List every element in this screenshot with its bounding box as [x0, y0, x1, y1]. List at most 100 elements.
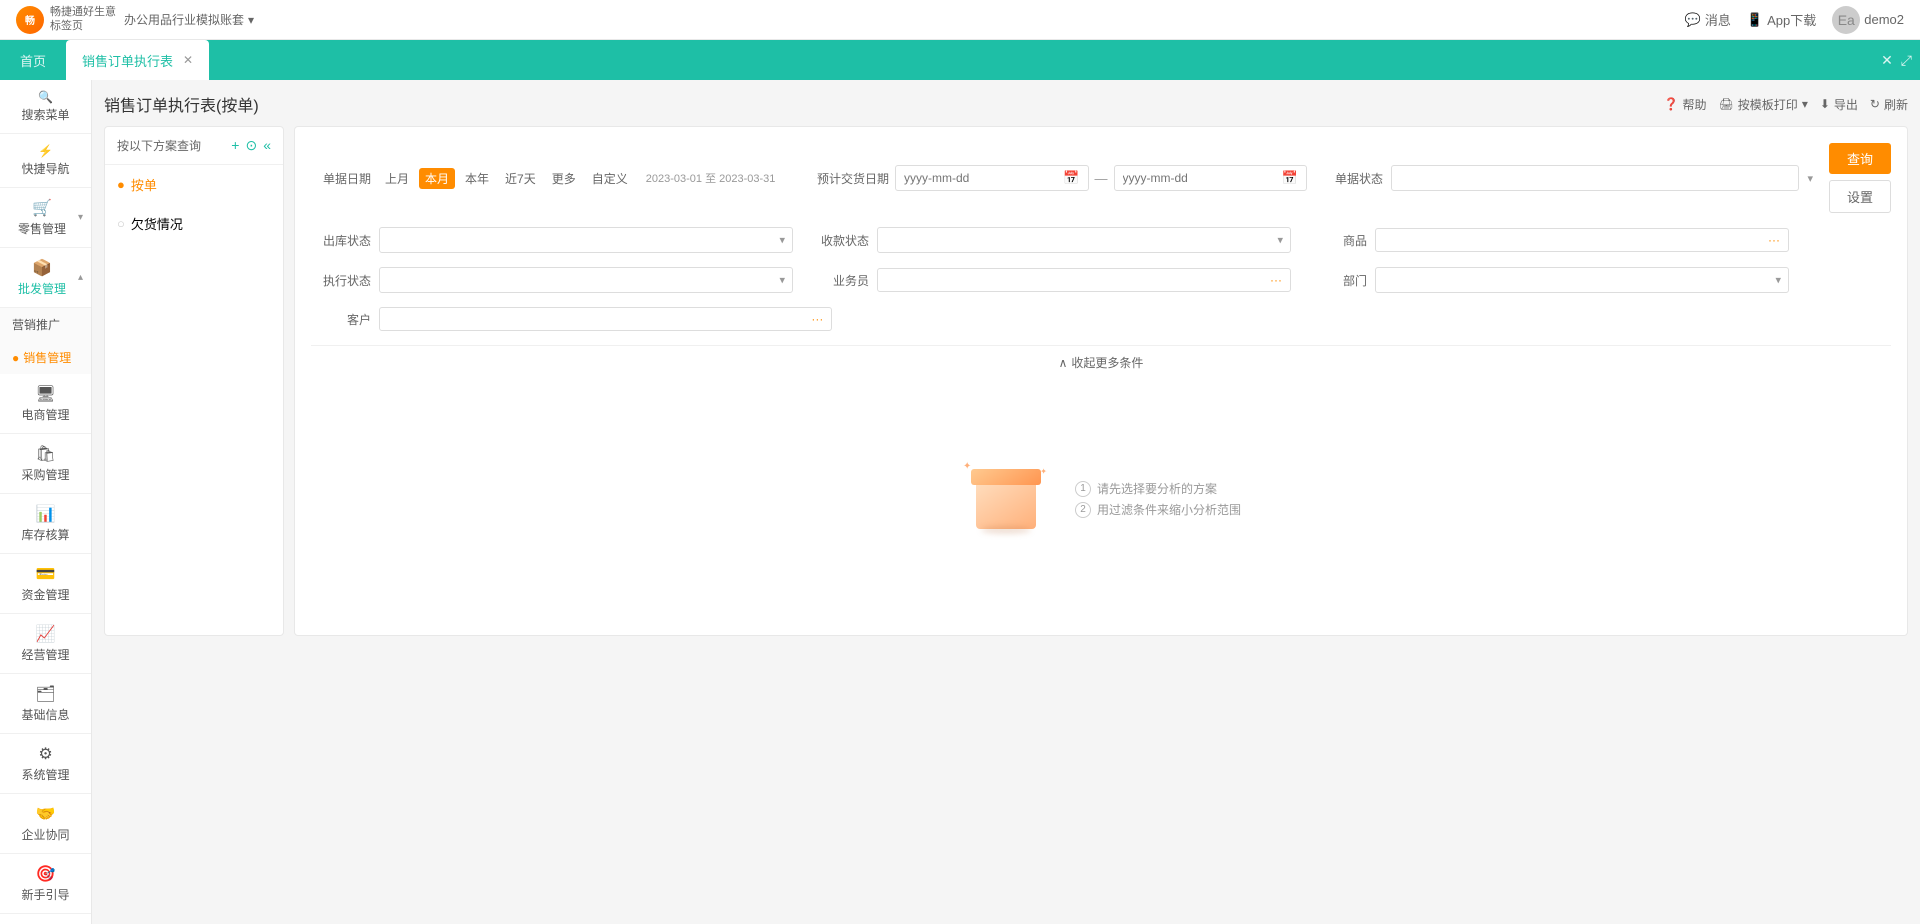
- salesperson-label: 业务员: [809, 272, 869, 289]
- step-1-number: 1: [1075, 481, 1091, 497]
- logo-icon: 畅: [16, 6, 44, 34]
- sidebar-item-ecommerce[interactable]: 🖥 电商管理: [0, 374, 91, 434]
- payment-status-select[interactable]: 未收款 部分收款 已收款: [877, 227, 1291, 253]
- customer-label: 客户: [311, 311, 371, 328]
- sidebar-item-system[interactable]: ⚙ 系统管理: [0, 734, 91, 794]
- date-tab-last-month[interactable]: 上月: [379, 168, 415, 189]
- tab-sales-exec[interactable]: 销售订单执行表 ✕: [66, 40, 209, 80]
- sidebar-item-operations[interactable]: 📈 经营管理: [0, 614, 91, 674]
- btn-group: 查询 设置: [1829, 143, 1891, 213]
- department-select[interactable]: [1375, 267, 1789, 293]
- empty-state: ✦ ✦ 1 请先选择要分析的方案 2 用过滤条件来缩小分析范围: [311, 379, 1891, 619]
- status-chevron-icon: ▾: [1807, 172, 1813, 185]
- expected-date-group: 预计交货日期 📅 — 📅: [817, 165, 1307, 191]
- tab-close-icon[interactable]: ✕: [183, 53, 193, 67]
- exec-status-select[interactable]: 执行中 已完成: [379, 267, 793, 293]
- collapse-more-btn[interactable]: ∧ 收起更多条件: [311, 345, 1891, 379]
- tab-bar-actions: ✕ ⤢: [1881, 52, 1920, 69]
- date-tab-last-7[interactable]: 近7天: [499, 168, 542, 189]
- sidebar-sub-wholesale: 营销推广 ● 销售管理: [0, 308, 91, 374]
- sidebar-sub-marketing[interactable]: 营销推广: [0, 308, 91, 341]
- calendar-end-icon: 📅: [1282, 170, 1298, 186]
- date-tab-more[interactable]: 更多: [546, 168, 582, 189]
- sidebar-search[interactable]: 🔍 搜索菜单: [0, 80, 91, 134]
- sidebar-item-newbie[interactable]: 🎯 新手引导: [0, 854, 91, 914]
- salesperson-selector[interactable]: ···: [877, 268, 1291, 292]
- main-layout: 🔍 搜索菜单 ⚡ 快捷导航 🛒 零售管理 ▾ 📦 批发管理 ▴ 营销推广: [0, 80, 1920, 924]
- message-btn[interactable]: 💬 消息: [1685, 10, 1731, 29]
- query-button[interactable]: 查询: [1829, 143, 1891, 174]
- tab-home[interactable]: 首页: [0, 40, 66, 80]
- breadcrumb[interactable]: 办公用品行业模拟账套 ▾: [124, 11, 254, 28]
- sidebar-item-purchase[interactable]: 🛍 采购管理: [0, 434, 91, 494]
- expected-date-start-input[interactable]: [904, 171, 1063, 185]
- left-panel-actions: + ⊙ «: [231, 137, 271, 154]
- app-download-btn[interactable]: 📱 App下载: [1747, 10, 1816, 29]
- close-window-btn[interactable]: ✕: [1881, 52, 1893, 69]
- doc-status-select[interactable]: 待审核 已审核 已关闭: [1391, 165, 1799, 191]
- date-tab-this-year[interactable]: 本年: [459, 168, 495, 189]
- copy-scheme-btn[interactable]: ⊙: [245, 137, 257, 154]
- sidebar-item-basic[interactable]: 🗂 基础信息: [0, 674, 91, 734]
- sidebar-item-finance[interactable]: 💳 资金管理: [0, 554, 91, 614]
- sidebar-item-retail[interactable]: 🛒 零售管理 ▾: [0, 188, 91, 248]
- operations-icon: 📈: [36, 624, 56, 644]
- tab-bar: 首页 销售订单执行表 ✕ ✕ ⤢: [0, 40, 1920, 80]
- payment-status-group: 收款状态 未收款 部分收款 已收款: [809, 227, 1291, 253]
- empty-illustration: ✦ ✦: [961, 459, 1051, 539]
- top-bar-right: 💬 消息 📱 App下载 Ea demo2: [1685, 6, 1904, 34]
- inactive-scheme-icon: ○: [117, 216, 125, 231]
- doc-status-select-wrapper: 待审核 已审核 已关闭: [1391, 165, 1799, 191]
- expand-window-btn[interactable]: ⤢: [1901, 52, 1912, 69]
- sidebar-sub-sales[interactable]: ● 销售管理: [0, 341, 91, 374]
- system-icon: ⚙: [38, 744, 52, 764]
- step-2-number: 2: [1075, 502, 1091, 518]
- refresh-btn[interactable]: ↻ 刷新: [1870, 96, 1908, 113]
- calendar-start-icon: 📅: [1063, 170, 1079, 186]
- sidebar-item-wholesale[interactable]: 📦 批发管理 ▴: [0, 248, 91, 308]
- expected-date-end-input[interactable]: [1123, 171, 1282, 185]
- customer-selector[interactable]: ···: [379, 307, 832, 331]
- date-label: 单据日期: [311, 170, 371, 187]
- user-menu[interactable]: Ea demo2: [1832, 6, 1904, 34]
- goods-selector[interactable]: ···: [1375, 228, 1789, 252]
- export-btn[interactable]: ⬇ 导出: [1820, 96, 1858, 113]
- settings-button[interactable]: 设置: [1829, 180, 1891, 213]
- date-tab-custom[interactable]: 自定义: [586, 168, 634, 189]
- refresh-icon: ↻: [1870, 97, 1880, 111]
- left-panel: 按以下方案查询 + ⊙ « ● 按单 ○ 欠货情况: [104, 126, 284, 636]
- panel-layout: 按以下方案查询 + ⊙ « ● 按单 ○ 欠货情况: [104, 126, 1908, 636]
- sidebar-item-appstore[interactable]: 🏪 应用中心: [0, 914, 91, 924]
- finance-icon: 💳: [36, 564, 56, 584]
- inventory-icon: 📊: [36, 504, 56, 524]
- help-icon: ❓: [1664, 97, 1679, 111]
- empty-steps: 1 请先选择要分析的方案 2 用过滤条件来缩小分析范围: [1075, 480, 1241, 518]
- help-btn[interactable]: ❓ 帮助: [1664, 96, 1707, 113]
- active-scheme-icon: ●: [117, 177, 125, 192]
- sidebar-quick-nav[interactable]: ⚡ 快捷导航: [0, 134, 91, 188]
- scheme-item-by-order[interactable]: ● 按单: [105, 165, 283, 204]
- filter-row-3: 执行状态 执行中 已完成 业务员 ···: [311, 267, 1891, 293]
- date-filter-group: 单据日期 上月 本月 本年 近7天 更多 自定义 2023-03-01 至 20…: [311, 168, 801, 189]
- sidebar-item-corp[interactable]: 🤝 企业协同: [0, 794, 91, 854]
- date-range-display: 2023-03-01 至 2023-03-31: [646, 170, 776, 186]
- department-group: 部门: [1307, 267, 1789, 293]
- export-icon: ⬇: [1820, 97, 1830, 111]
- collapse-panel-btn[interactable]: «: [263, 137, 271, 154]
- chevron-icon: ▾: [78, 212, 83, 223]
- date-tab-this-month[interactable]: 本月: [419, 168, 455, 189]
- add-scheme-btn[interactable]: +: [231, 137, 239, 154]
- expected-date-start[interactable]: 📅: [895, 165, 1089, 191]
- expected-date-end[interactable]: 📅: [1114, 165, 1308, 191]
- sidebar-item-inventory[interactable]: 📊 库存核算: [0, 494, 91, 554]
- box-shadow: [981, 526, 1031, 534]
- goods-label: 商品: [1307, 232, 1367, 249]
- doc-status-label: 单据状态: [1323, 170, 1383, 187]
- print-btn[interactable]: 🖨 按模板打印 ▾: [1719, 96, 1808, 113]
- basic-icon: 🗂: [35, 684, 55, 704]
- corp-icon: 🤝: [36, 804, 56, 824]
- newbie-icon: 🎯: [36, 864, 56, 884]
- goods-group: 商品 ···: [1307, 228, 1789, 252]
- scheme-item-by-owe[interactable]: ○ 欠货情况: [105, 204, 283, 243]
- delivery-status-select[interactable]: 待出库 部分出库 已出库: [379, 227, 793, 253]
